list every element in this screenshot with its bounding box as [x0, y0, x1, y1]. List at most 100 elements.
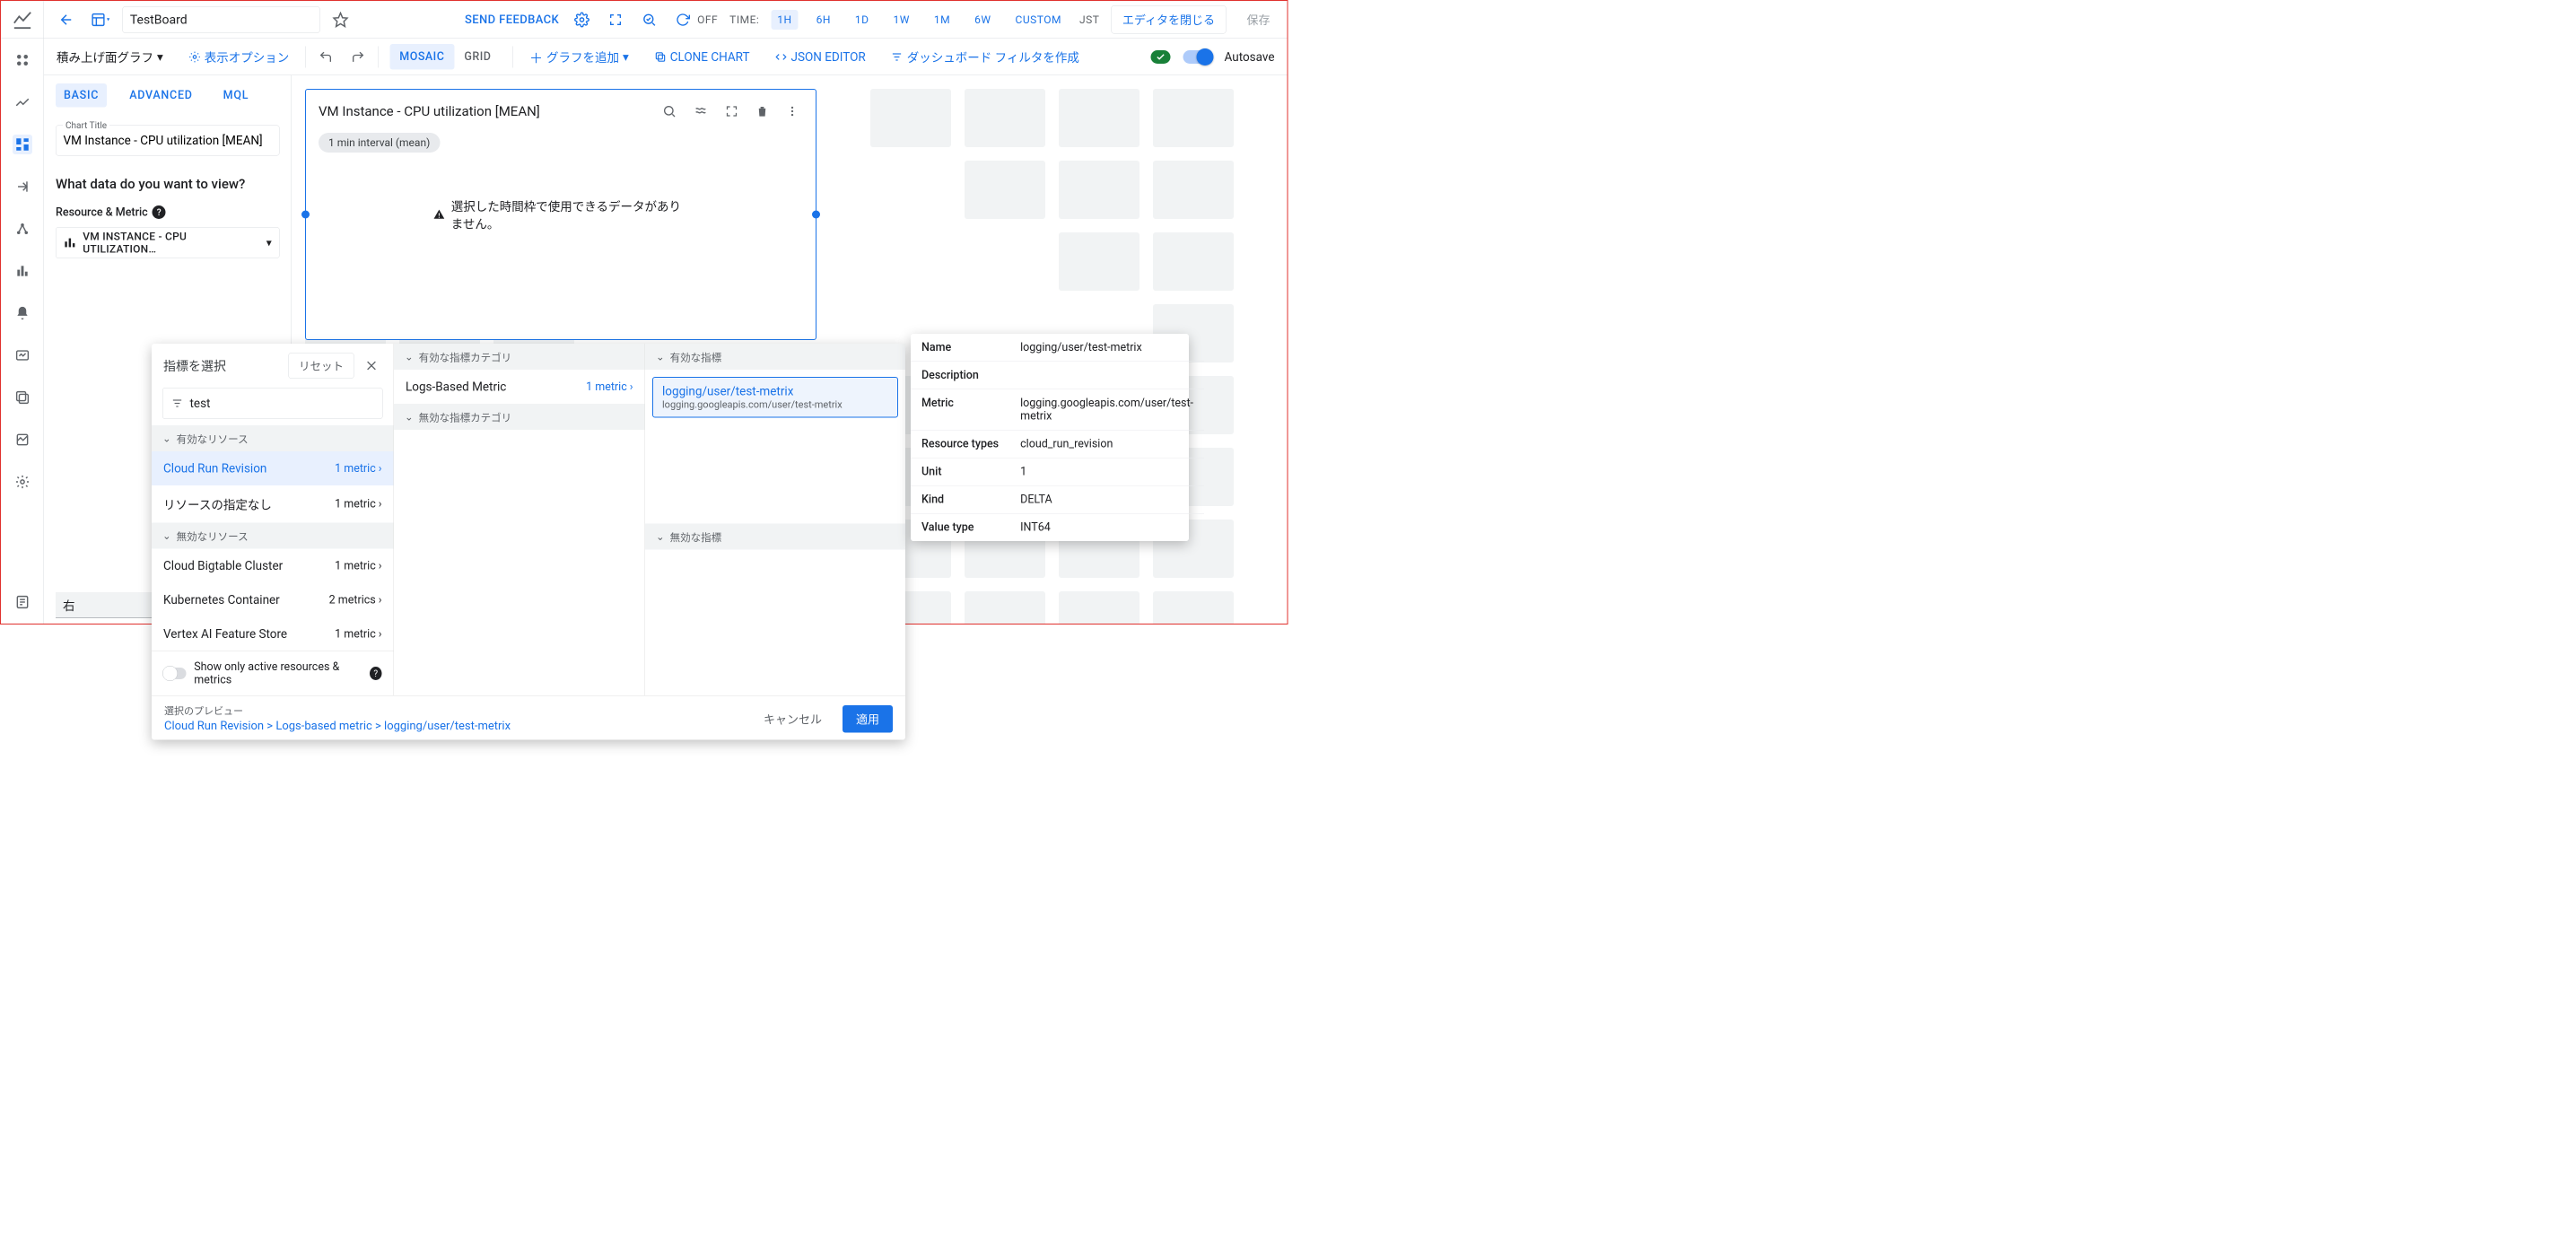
- resource-kubernetes[interactable]: Kubernetes Container2 metrics›: [152, 583, 394, 617]
- section-valid-resources[interactable]: ⌄有効なリソース: [152, 425, 394, 451]
- section-invalid-resources[interactable]: ⌄無効なリソース: [152, 523, 394, 549]
- json-editor-button[interactable]: JSON EDITOR: [763, 49, 878, 64]
- action-bar: 積み上げ面グラフ▾ 表示オプション MOSAIC GRID ＋グラフを追加▾ C…: [44, 39, 1288, 75]
- undo-icon[interactable]: [310, 49, 342, 64]
- layout-mosaic[interactable]: MOSAIC: [389, 44, 454, 70]
- metric-test-metrix[interactable]: logging/user/test-metrix logging.googlea…: [652, 377, 898, 418]
- nav-explorer-icon[interactable]: [13, 261, 32, 281]
- picker-title: 指標を選択: [163, 357, 226, 375]
- time-opt-1h[interactable]: 1H: [771, 10, 798, 30]
- help-icon[interactable]: ?: [370, 667, 382, 680]
- time-opt-6h[interactable]: 6H: [810, 10, 837, 30]
- close-editor-button[interactable]: エディタを閉じる: [1111, 5, 1226, 34]
- header-right: SEND FEEDBACK OFF TIME: 1H 6H 1D 1W 1M 6…: [465, 5, 1279, 34]
- chart-card[interactable]: VM Instance - CPU utilization [MEAN] 1 m…: [305, 89, 816, 340]
- nav-resources-icon[interactable]: [13, 50, 32, 70]
- time-label: TIME:: [729, 13, 759, 26]
- help-icon[interactable]: ?: [153, 205, 166, 219]
- resource-vertex[interactable]: Vertex AI Feature Store1 metric›: [152, 617, 394, 651]
- product-logo[interactable]: [1, 1, 44, 39]
- top-header: ▾ SEND FEEDBACK OFF TIME: 1H 6H 1D 1W 1M…: [1, 1, 1288, 39]
- time-opt-custom[interactable]: CUSTOM: [1009, 10, 1068, 30]
- autorefresh-icon[interactable]: [672, 9, 694, 31]
- autosave-label: Autosave: [1225, 49, 1275, 64]
- redo-icon[interactable]: [342, 49, 374, 64]
- metric-picker: 指標を選択 リセット ⌄有効なリソース Cloud Run Revision1 …: [152, 344, 905, 740]
- back-button[interactable]: [55, 8, 78, 31]
- show-active-toggle[interactable]: [163, 668, 186, 679]
- time-opt-1m[interactable]: 1M: [928, 10, 956, 30]
- nav-settings-icon[interactable]: [13, 472, 32, 492]
- dashboard-filter-button[interactable]: ダッシュボード フィルタを作成: [878, 48, 1092, 66]
- zoom-icon[interactable]: [658, 100, 681, 123]
- tab-advanced[interactable]: ADVANCED: [121, 83, 200, 108]
- add-chart-button[interactable]: ＋グラフを追加▾: [517, 47, 642, 66]
- settings-icon[interactable]: [571, 8, 593, 31]
- chevron-down-icon: ⌄: [162, 529, 171, 542]
- section-invalid-categories[interactable]: ⌄無効な指標カテゴリ: [394, 404, 645, 430]
- no-data-message: 選択した時間枠で使用できるデータがありません。: [433, 197, 688, 232]
- section-valid-metrics[interactable]: ⌄有効な指標: [645, 344, 905, 370]
- star-icon[interactable]: [328, 8, 352, 31]
- time-opt-6w[interactable]: 6W: [968, 10, 997, 30]
- autosave-toggle[interactable]: [1183, 50, 1212, 64]
- more-icon[interactable]: [782, 100, 803, 122]
- tab-basic[interactable]: BASIC: [56, 83, 107, 108]
- send-feedback-link[interactable]: SEND FEEDBACK: [465, 13, 559, 26]
- nav-metrics-icon[interactable]: [13, 92, 32, 112]
- clone-chart-button[interactable]: CLONE CHART: [642, 49, 763, 64]
- resource-bigtable[interactable]: Cloud Bigtable Cluster1 metric›: [152, 549, 394, 583]
- layout-grid[interactable]: GRID: [454, 44, 501, 70]
- nav-debug-icon[interactable]: [13, 430, 32, 450]
- chevron-down-icon: ⌄: [405, 351, 414, 363]
- filter-input-wrap[interactable]: [162, 388, 383, 419]
- legend-icon[interactable]: [689, 100, 712, 123]
- selection-breadcrumb[interactable]: Cloud Run Revision > Logs-based metric >…: [164, 720, 511, 733]
- apply-button[interactable]: 適用: [843, 705, 893, 733]
- nav-export-icon[interactable]: [13, 177, 32, 197]
- search-reset-icon[interactable]: [638, 8, 660, 31]
- display-options-button[interactable]: 表示オプション: [176, 48, 302, 66]
- dashboard-switcher[interactable]: ▾: [87, 8, 113, 31]
- timezone-label[interactable]: JST: [1079, 13, 1099, 26]
- expand-icon[interactable]: [720, 100, 743, 123]
- cancel-button[interactable]: キャンセル: [755, 705, 830, 733]
- config-tabs: BASIC ADVANCED MQL: [44, 75, 292, 113]
- off-label: OFF: [697, 13, 718, 26]
- time-opt-1d[interactable]: 1D: [849, 10, 876, 30]
- nav-uptime-icon[interactable]: [13, 345, 32, 365]
- preview-label: 選択のプレビュー: [164, 703, 511, 718]
- what-data-heading: What data do you want to view?: [56, 177, 280, 193]
- delete-icon[interactable]: [751, 100, 773, 123]
- chevron-down-icon: ⌄: [656, 530, 665, 543]
- board-title-input[interactable]: [122, 6, 319, 33]
- save-button[interactable]: 保存: [1237, 6, 1279, 34]
- nav-alerting-icon[interactable]: [13, 303, 32, 323]
- nav-dashboards-icon[interactable]: [13, 135, 32, 154]
- nav-groups-icon[interactable]: [13, 388, 32, 407]
- section-invalid-metrics[interactable]: ⌄無効な指標: [645, 524, 905, 550]
- interval-chip: 1 min interval (mean): [319, 133, 440, 153]
- chart-type-dropdown[interactable]: 積み上げ面グラフ▾: [44, 48, 176, 66]
- header-left: ▾: [44, 6, 352, 33]
- nav-notes-icon[interactable]: [13, 592, 32, 612]
- category-logs-based[interactable]: Logs-Based Metric1 metric›: [394, 370, 645, 404]
- chevron-down-icon: ⌄: [162, 432, 171, 445]
- chevron-down-icon: ⌄: [656, 351, 665, 363]
- chart-title-field: Chart Title: [56, 126, 280, 156]
- tab-mql[interactable]: MQL: [215, 83, 258, 108]
- card-title: VM Instance - CPU utilization [MEAN]: [319, 103, 540, 119]
- resource-cloud-run[interactable]: Cloud Run Revision1 metric›: [152, 451, 394, 485]
- chevron-down-icon: ⌄: [405, 411, 414, 424]
- synced-status-icon: [1151, 50, 1171, 64]
- metric-dropdown[interactable]: VM INSTANCE - CPU UTILIZATION… ▾: [56, 227, 280, 258]
- fullscreen-icon[interactable]: [605, 9, 626, 31]
- close-icon[interactable]: [362, 355, 382, 376]
- section-valid-categories[interactable]: ⌄有効な指標カテゴリ: [394, 344, 645, 370]
- resource-none[interactable]: リソースの指定なし1 metric›: [152, 485, 394, 523]
- time-opt-1w[interactable]: 1W: [887, 10, 916, 30]
- nav-services-icon[interactable]: [13, 219, 32, 239]
- reset-button[interactable]: リセット: [288, 353, 354, 379]
- global-nav: [1, 39, 44, 624]
- filter-input[interactable]: [190, 397, 375, 411]
